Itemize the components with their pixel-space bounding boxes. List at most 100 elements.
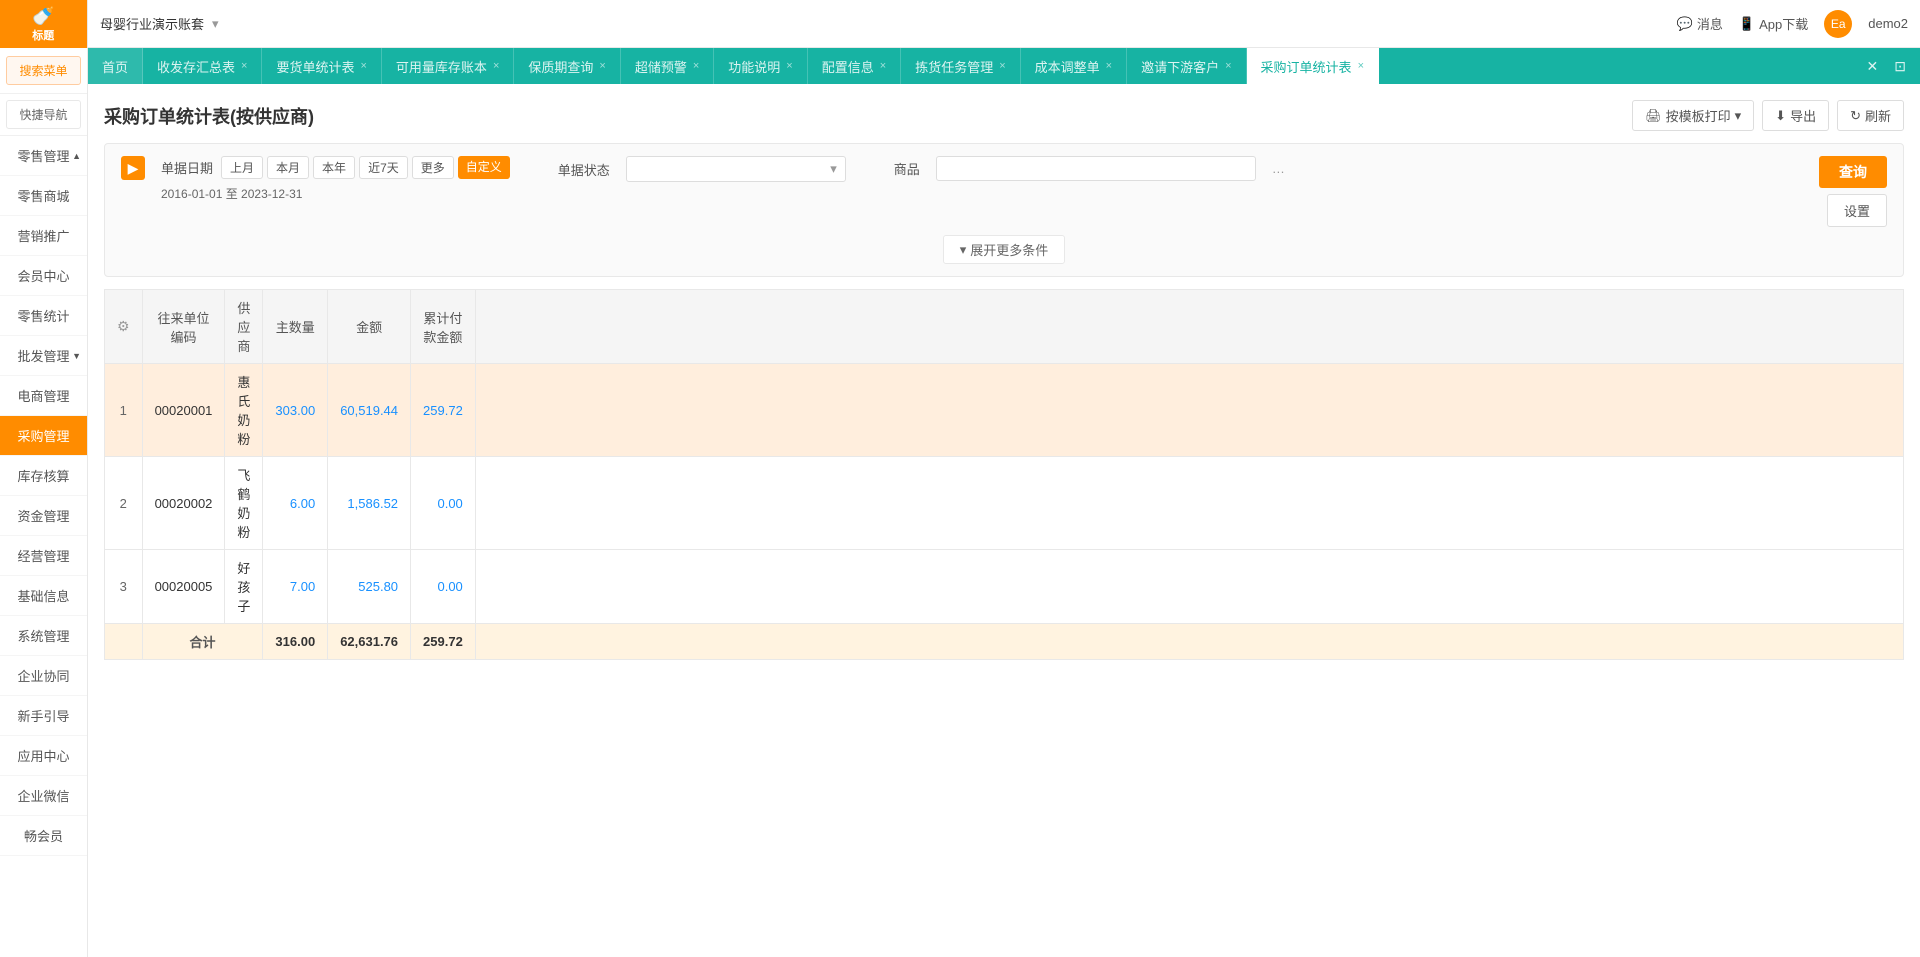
sidebar-item-system[interactable]: 系统管理 (0, 616, 87, 656)
col-unit-code: 往来单位编码 (142, 290, 225, 364)
sidebar-item-retail-stats[interactable]: 零售统计 (0, 296, 87, 336)
message-icon: 💬 (1677, 16, 1693, 32)
goods-dots[interactable]: … (1272, 161, 1285, 176)
tab-function-desc[interactable]: 功能说明 × (714, 48, 807, 84)
sidebar-item-retail-management[interactable]: 零售管理 (0, 136, 87, 176)
tabbar-actions: ✕ ⊡ (1853, 56, 1920, 77)
app-download-button[interactable]: 📱 App下载 (1739, 14, 1808, 33)
sidebar-menu: 零售管理 零售商城 营销推广 会员中心 零售统计 批发管理 电商管理 采购管理 … (0, 136, 87, 957)
cell-amount[interactable]: 1,586.52 (328, 457, 411, 550)
page: 采购订单统计表(按供应商) 🖨 按模板打印 ▾ ⬇ 导出 ↻ 刷新 (88, 84, 1920, 957)
tab-goods-summary-close[interactable]: × (360, 60, 366, 72)
goods-input[interactable] (936, 156, 1256, 181)
tab-purchase-order-summary[interactable]: 采购订单统计表 × (1247, 48, 1379, 84)
sidebar-item-app-center[interactable]: 应用中心 (0, 736, 87, 776)
user-name[interactable]: demo2 (1868, 16, 1908, 31)
shortcut-more[interactable]: 更多 (412, 156, 454, 179)
shortcut-7days[interactable]: 近7天 (359, 156, 408, 179)
tab-cost-adjust-close[interactable]: × (1106, 60, 1112, 72)
tab-config-close[interactable]: × (880, 60, 886, 72)
tab-invite-downstream[interactable]: 邀请下游客户 × (1127, 48, 1246, 84)
filter-toggle-button[interactable]: ▶ (121, 156, 145, 180)
sidebar-item-vip-member[interactable]: 畅会员 (0, 816, 87, 856)
message-label: 消息 (1697, 14, 1723, 33)
cell-amount[interactable]: 60,519.44 (328, 364, 411, 457)
goods-label: 商品 (894, 159, 920, 178)
cell-paid-amount[interactable]: 0.00 (411, 550, 476, 624)
close-tab-button[interactable]: ✕ (1861, 56, 1885, 77)
message-button[interactable]: 💬 消息 (1677, 14, 1723, 33)
search-menu-button[interactable]: 搜索菜单 (6, 56, 81, 85)
page-title-row: 采购订单统计表(按供应商) 🖨 按模板打印 ▾ ⬇ 导出 ↻ 刷新 (104, 100, 1904, 131)
status-label: 单据状态 (558, 160, 610, 179)
shortcut-this-year[interactable]: 本年 (313, 156, 355, 179)
col-amount: 金额 (328, 290, 411, 364)
search-button[interactable]: 查询 (1819, 156, 1887, 188)
sidebar-item-new-guide[interactable]: 新手引导 (0, 696, 87, 736)
sidebar-item-operations[interactable]: 经营管理 (0, 536, 87, 576)
content-area: 采购订单统计表(按供应商) 🖨 按模板打印 ▾ ⬇ 导出 ↻ 刷新 (88, 84, 1920, 957)
expand-more-row: ▾ 展开更多条件 (121, 235, 1887, 264)
tab-expiry-query[interactable]: 保质期查询 × (514, 48, 620, 84)
settings-button[interactable]: 设置 (1827, 194, 1887, 227)
tab-purchase-order-close[interactable]: × (1358, 60, 1364, 72)
sidebar-search-section: 搜索菜单 (0, 48, 87, 94)
cell-qty[interactable]: 6.00 (263, 457, 328, 550)
cell-num: 1 (105, 364, 143, 457)
sidebar-item-retail-mall[interactable]: 零售商城 (0, 176, 87, 216)
refresh-button[interactable]: ↻ 刷新 (1837, 100, 1904, 131)
gear-icon[interactable]: ⚙ (117, 318, 130, 334)
footer-label: 合计 (142, 624, 263, 660)
tab-picking-close[interactable]: × (999, 60, 1005, 72)
table-row[interactable]: 2 00020002 飞鹤奶粉 6.00 1,586.52 0.00 (105, 457, 1904, 550)
cell-extra (475, 457, 1903, 550)
sidebar-item-wholesale[interactable]: 批发管理 (0, 336, 87, 376)
sidebar-nav-section: 快捷导航 (0, 94, 87, 136)
quick-nav-button[interactable]: 快捷导航 (6, 100, 81, 129)
sidebar-item-ecommerce[interactable]: 电商管理 (0, 376, 87, 416)
tab-available-stock[interactable]: 可用量库存账本 × (382, 48, 514, 84)
custom-badge[interactable]: 自定义 (458, 156, 510, 179)
tab-function-desc-close[interactable]: × (786, 60, 792, 72)
cell-paid-amount[interactable]: 259.72 (411, 364, 476, 457)
tab-overstock-close[interactable]: × (693, 60, 699, 72)
tab-available-stock-close[interactable]: × (493, 60, 499, 72)
sidebar-item-member-center[interactable]: 会员中心 (0, 256, 87, 296)
tab-overstock[interactable]: 超储预警 × (621, 48, 714, 84)
sidebar-item-basic-info[interactable]: 基础信息 (0, 576, 87, 616)
shortcut-last-month[interactable]: 上月 (221, 156, 263, 179)
date-label: 单据日期 (161, 158, 213, 177)
expand-more-button[interactable]: ▾ 展开更多条件 (943, 235, 1066, 264)
tab-invite-close[interactable]: × (1225, 60, 1231, 72)
footer-extra (475, 624, 1903, 660)
sidebar-item-enterprise-collab[interactable]: 企业协同 (0, 656, 87, 696)
maximize-tab-button[interactable]: ⊡ (1888, 56, 1912, 77)
tab-receive-summary[interactable]: 收发存汇总表 × (143, 48, 262, 84)
tab-receive-summary-close[interactable]: × (241, 60, 247, 72)
sidebar-item-purchase[interactable]: 采购管理 (0, 416, 87, 456)
print-button[interactable]: 🖨 按模板打印 ▾ (1632, 100, 1754, 131)
sidebar-item-enterprise-wechat[interactable]: 企业微信 (0, 776, 87, 816)
table-row[interactable]: 1 00020001 惠氏奶粉 303.00 60,519.44 259.72 (105, 364, 1904, 457)
sidebar-item-marketing[interactable]: 营销推广 (0, 216, 87, 256)
refresh-label: 刷新 (1865, 106, 1891, 125)
table-row[interactable]: 3 00020005 好孩子 7.00 525.80 0.00 (105, 550, 1904, 624)
cell-paid-amount[interactable]: 0.00 (411, 457, 476, 550)
cell-supplier: 惠氏奶粉 (225, 364, 263, 457)
export-button[interactable]: ⬇ 导出 (1762, 100, 1829, 131)
cell-qty[interactable]: 303.00 (263, 364, 328, 457)
workspace-dropdown-icon[interactable]: ▾ (212, 16, 219, 32)
tab-cost-adjust[interactable]: 成本调整单 × (1021, 48, 1127, 84)
status-select[interactable]: ▾ (626, 156, 846, 182)
workspace-title: 母婴行业演示账套 (100, 14, 204, 33)
sidebar-item-finance[interactable]: 资金管理 (0, 496, 87, 536)
tab-goods-summary[interactable]: 要货单统计表 × (262, 48, 381, 84)
tab-home[interactable]: 首页 (88, 48, 143, 84)
tab-picking-task[interactable]: 拣货任务管理 × (901, 48, 1020, 84)
cell-qty[interactable]: 7.00 (263, 550, 328, 624)
tab-expiry-close[interactable]: × (599, 60, 605, 72)
sidebar-item-inventory[interactable]: 库存核算 (0, 456, 87, 496)
shortcut-this-month[interactable]: 本月 (267, 156, 309, 179)
cell-amount[interactable]: 525.80 (328, 550, 411, 624)
tab-config-info[interactable]: 配置信息 × (808, 48, 901, 84)
